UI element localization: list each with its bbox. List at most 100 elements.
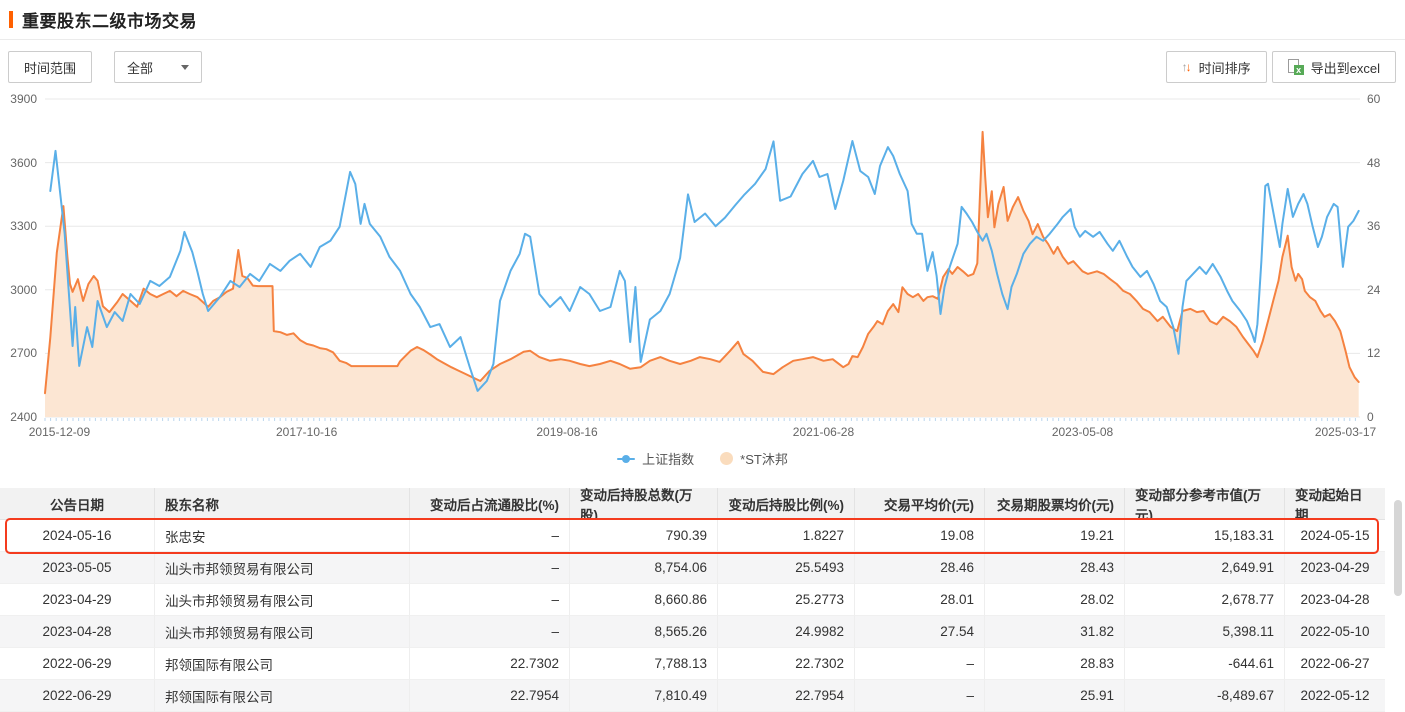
table-cell: 28.46 <box>855 552 985 584</box>
chart-area: 3900 3600 3300 3000 2700 2400 60 48 36 24 12 0 201… <box>0 91 1405 471</box>
y-axis-label-right: 0 <box>1367 410 1374 424</box>
table-cell: 2023-05-05 <box>0 552 155 584</box>
table-cell: 22.7302 <box>410 648 570 680</box>
table-cell: 27.54 <box>855 616 985 648</box>
table-cell: 邦领国际有限公司 <box>155 680 410 712</box>
table-header-cell: 变动部分参考市值(万元) <box>1125 488 1285 523</box>
table-cell: 7,788.13 <box>570 648 718 680</box>
table-cell: 24.9982 <box>718 616 855 648</box>
table-cell: 28.01 <box>855 584 985 616</box>
table-cell: 2024-05-16 <box>0 520 155 552</box>
table-cell: 张忠安 <box>155 520 410 552</box>
table-cell: 28.43 <box>985 552 1125 584</box>
table-header-cell: 变动后持股比例(%) <box>718 488 855 520</box>
legend-item-index[interactable]: 上证指数 <box>617 449 694 468</box>
table-cell: 19.08 <box>855 520 985 552</box>
table-cell: -8,489.67 <box>1125 680 1285 712</box>
table-row[interactable]: 2023-04-28 汕头市邦领贸易有限公司 –8,565.26 24.9982 27.… <box>0 616 1385 648</box>
table-cell: 2022-06-29 <box>0 648 155 680</box>
vertical-scrollbar-thumb[interactable] <box>1394 500 1402 596</box>
x-axis-label: 2017-10-16 <box>275 425 338 439</box>
table-cell: 790.39 <box>570 520 718 552</box>
x-axis-label: 2021-06-28 <box>792 425 855 439</box>
table-cell: – <box>410 616 570 648</box>
y-axis-label-left: 3300 <box>10 219 37 234</box>
legend-label-index: 上证指数 <box>642 452 695 467</box>
table-row[interactable]: 2024-05-16 张忠安 –790.39 1.8227 19.08 19.21 15,1… <box>0 518 1385 554</box>
export-excel-button[interactable]: 导出到excel <box>1271 51 1396 83</box>
table-cell: 8,660.86 <box>570 584 718 616</box>
caret-down-icon <box>181 64 190 70</box>
table-cell: 2023-04-29 <box>1285 552 1385 584</box>
time-sort-button[interactable]: 时间排序 <box>1165 51 1267 83</box>
table-cell: 2022-05-12 <box>1285 680 1385 712</box>
table-row[interactable]: 2022-06-29 邦领国际有限公司 22.7302 7,788.13 22.7302… <box>0 648 1385 680</box>
table-cell: -644.61 <box>1125 648 1285 680</box>
table-header-cell: 变动起始日期 <box>1295 488 1363 523</box>
table-cell: 28.02 <box>985 584 1125 616</box>
filter-value: 全部 <box>127 60 154 76</box>
table-cell: 邦领国际有限公司 <box>155 648 410 680</box>
table-cell: 2,678.77 <box>1125 584 1285 616</box>
table-cell: 2,649.91 <box>1125 552 1285 584</box>
table-cell: 2023-04-29 <box>0 584 155 616</box>
table-body: 2024-05-16 张忠安 –790.39 1.8227 19.08 19.21 15,1… <box>0 518 1405 712</box>
line-series-icon <box>617 454 636 463</box>
header-divider <box>0 39 1405 40</box>
table-cell: 2022-06-29 <box>0 680 155 712</box>
x-axis-label: 2019-08-16 <box>536 425 598 439</box>
table-cell: 2023-04-28 <box>0 616 155 648</box>
table-header-cell: 交易平均价(元) <box>855 488 985 520</box>
table-cell: 15,183.31 <box>1125 520 1285 552</box>
table-header-cell: 交易期股票均价(元) <box>985 488 1125 520</box>
table-cell: 22.7954 <box>410 680 570 712</box>
table-header-cell: 变动后持股总数(万股) <box>570 488 718 523</box>
excel-icon-x <box>1293 65 1304 75</box>
time-range-label: 时间范围 <box>24 60 77 76</box>
excel-icon <box>1287 59 1304 75</box>
title-accent-bar <box>9 11 13 28</box>
y-axis-label-right: 24 <box>1367 282 1381 297</box>
table-cell: 8,754.06 <box>570 552 718 584</box>
table-row[interactable]: 2023-04-29 汕头市邦领贸易有限公司 –8,660.86 25.2773 28.… <box>0 584 1385 616</box>
table-cell: – <box>855 648 985 680</box>
table-cell: 2024-05-15 <box>1285 520 1385 552</box>
table-cell: – <box>410 520 570 552</box>
table-cell: 28.83 <box>985 648 1125 680</box>
filter-dropdown[interactable]: 全部 <box>114 51 203 83</box>
table-cell: 2022-05-10 <box>1285 616 1385 648</box>
table-row[interactable]: 2022-06-29 邦领国际有限公司 22.7954 7,810.49 22.7954… <box>0 680 1385 712</box>
legend-label-stock: *ST沐邦 <box>740 452 788 467</box>
table-cell: 5,398.11 <box>1125 616 1285 648</box>
export-excel-label: 导出到excel <box>1310 60 1380 76</box>
table-row[interactable]: 2023-05-05 汕头市邦领贸易有限公司 –8,754.06 25.5493 28.… <box>0 552 1385 584</box>
table-cell: 25.2773 <box>718 584 855 616</box>
legend-item-stock[interactable]: *ST沐邦 <box>720 449 788 468</box>
table-cell: 22.7302 <box>718 648 855 680</box>
table-cell: 22.7954 <box>718 680 855 712</box>
table-cell: 7,810.49 <box>570 680 718 712</box>
table-header-cell: 股东名称 <box>155 488 410 520</box>
sort-arrows-icon <box>1182 61 1192 73</box>
x-axis-label: 2025-03-17 <box>1314 425 1377 439</box>
y-axis-label-right: 48 <box>1367 155 1381 170</box>
table-cell: 25.91 <box>985 680 1125 712</box>
chart-canvas[interactable] <box>0 91 1405 423</box>
y-axis-label-left: 3900 <box>10 92 37 106</box>
table-cell: 汕头市邦领贸易有限公司 <box>155 584 410 616</box>
table-cell: 2022-06-27 <box>1285 648 1385 680</box>
table-cell: 2023-04-28 <box>1285 584 1385 616</box>
table-cell: 8,565.26 <box>570 616 718 648</box>
table-cell: 25.5493 <box>718 552 855 584</box>
x-axis-label: 2015-12-09 <box>28 425 91 439</box>
y-axis-label-left: 3000 <box>10 282 37 297</box>
time-range-button[interactable]: 时间范围 <box>8 51 93 83</box>
table-cell: 1.8227 <box>718 520 855 552</box>
table-header-cell: 变动后占流通股比(%) <box>410 488 570 520</box>
table-cell: 汕头市邦领贸易有限公司 <box>155 552 410 584</box>
page-header: 重要股东二级市场交易 <box>0 0 1405 32</box>
table-cell: – <box>855 680 985 712</box>
shareholder-table: 公告日期 股东名称 变动后占流通股比(%) 变动后持股总数(万股) 变动后持股比例(%)… <box>0 488 1405 712</box>
y-axis-label-right: 12 <box>1367 346 1381 361</box>
y-axis-label-left: 2400 <box>10 410 37 424</box>
